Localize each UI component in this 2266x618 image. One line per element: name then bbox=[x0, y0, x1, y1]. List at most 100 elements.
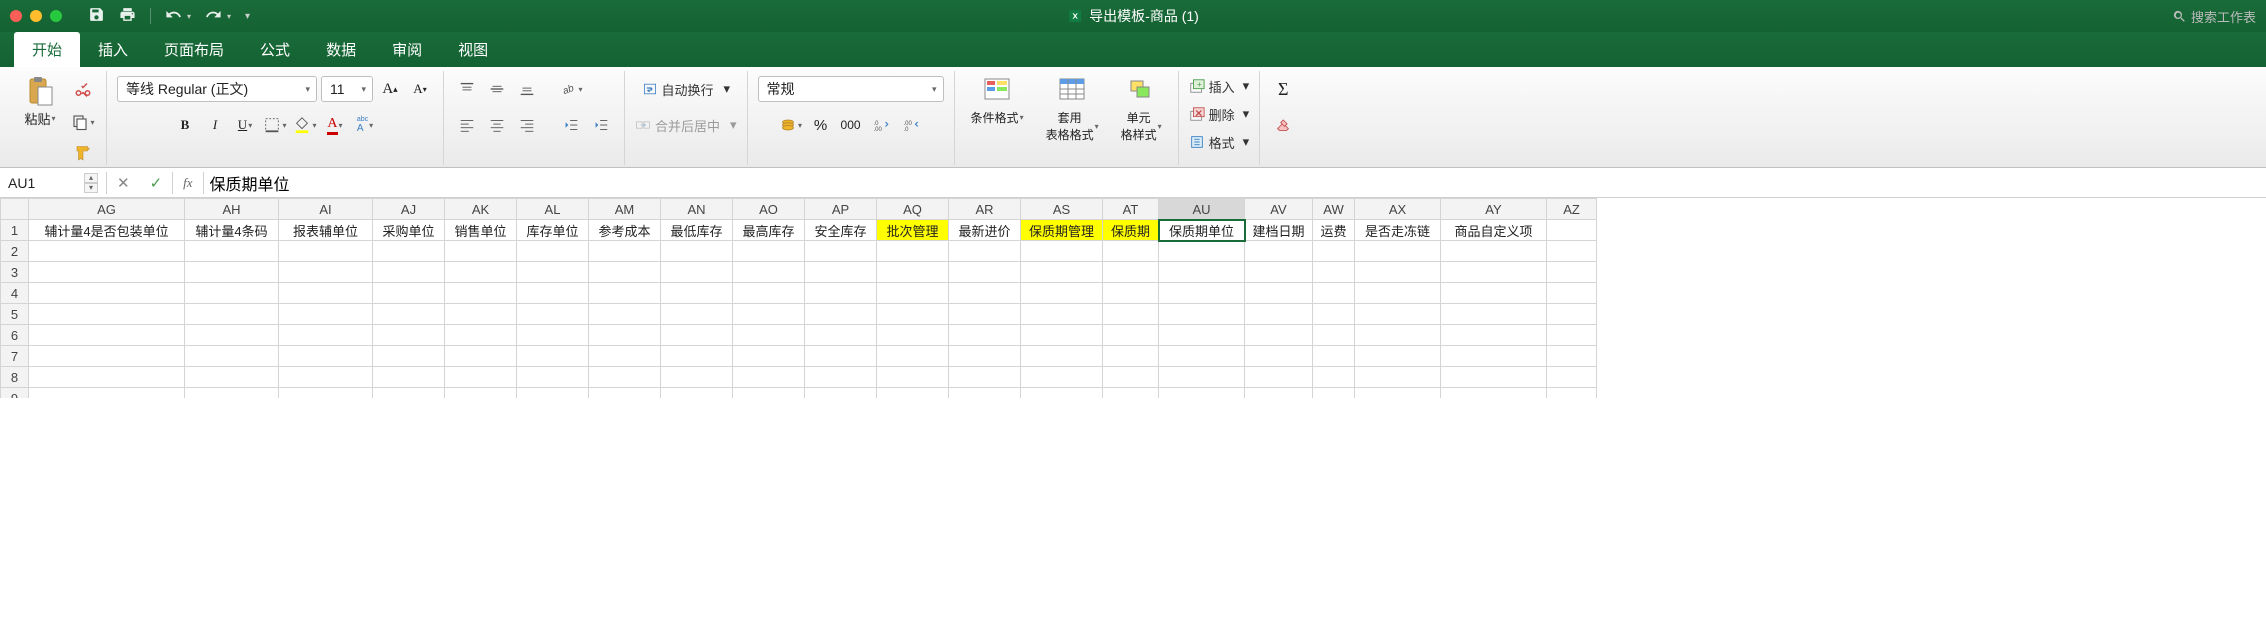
tab-data[interactable]: 数据 bbox=[308, 32, 374, 67]
cell[interactable] bbox=[661, 283, 733, 304]
cell[interactable] bbox=[279, 346, 373, 367]
bold-icon[interactable]: B bbox=[172, 112, 198, 138]
cell[interactable] bbox=[949, 367, 1021, 388]
phonetic-icon[interactable]: abcA▾ bbox=[352, 112, 378, 138]
cell[interactable]: 保质期单位 bbox=[1159, 220, 1245, 241]
cell[interactable] bbox=[279, 388, 373, 399]
cell[interactable] bbox=[949, 346, 1021, 367]
wrap-text-button[interactable]: 自动换行▾ bbox=[642, 80, 731, 99]
format-painter-icon[interactable] bbox=[70, 141, 96, 167]
cell[interactable] bbox=[1355, 262, 1441, 283]
qat-customize[interactable]: ▾ bbox=[245, 11, 250, 22]
cell[interactable] bbox=[805, 325, 877, 346]
column-header[interactable]: AQ bbox=[877, 199, 949, 220]
cell[interactable] bbox=[1245, 367, 1313, 388]
cell[interactable] bbox=[661, 241, 733, 262]
cell[interactable] bbox=[1245, 262, 1313, 283]
cell[interactable] bbox=[661, 304, 733, 325]
cell[interactable] bbox=[589, 304, 661, 325]
cell[interactable] bbox=[1355, 304, 1441, 325]
undo-icon[interactable] bbox=[165, 6, 182, 26]
delete-cells-button[interactable]: 删除▾ bbox=[1189, 105, 1250, 124]
cell[interactable] bbox=[1021, 304, 1103, 325]
cell[interactable] bbox=[1313, 262, 1355, 283]
tab-insert[interactable]: 插入 bbox=[80, 32, 146, 67]
cell[interactable]: 最高库存 bbox=[733, 220, 805, 241]
orientation-icon[interactable]: ab▾ bbox=[558, 76, 584, 102]
cell[interactable] bbox=[373, 367, 445, 388]
cell[interactable] bbox=[29, 325, 185, 346]
save-icon[interactable] bbox=[88, 6, 105, 26]
cell[interactable] bbox=[949, 283, 1021, 304]
autosum-icon[interactable]: Σ bbox=[1270, 76, 1296, 102]
cell[interactable] bbox=[661, 367, 733, 388]
column-header[interactable]: AK bbox=[445, 199, 517, 220]
column-header[interactable]: AW bbox=[1313, 199, 1355, 220]
cell[interactable] bbox=[1355, 325, 1441, 346]
cell[interactable]: 建档日期 bbox=[1245, 220, 1313, 241]
cell[interactable] bbox=[1103, 262, 1159, 283]
column-header[interactable]: AP bbox=[805, 199, 877, 220]
close-window[interactable] bbox=[10, 10, 22, 22]
print-icon[interactable] bbox=[119, 6, 136, 26]
cell[interactable] bbox=[1313, 283, 1355, 304]
cell[interactable]: 最新进价 bbox=[949, 220, 1021, 241]
cell[interactable] bbox=[805, 388, 877, 399]
cell[interactable]: 库存单位 bbox=[517, 220, 589, 241]
fx-icon[interactable]: fx bbox=[173, 175, 202, 191]
cell[interactable] bbox=[1103, 325, 1159, 346]
cell[interactable] bbox=[517, 304, 589, 325]
cell[interactable] bbox=[279, 262, 373, 283]
cell[interactable] bbox=[877, 388, 949, 399]
cell-styles-button[interactable]: 单元 格样式▾ bbox=[1115, 73, 1168, 145]
cell[interactable] bbox=[1245, 304, 1313, 325]
column-header[interactable]: AR bbox=[949, 199, 1021, 220]
cell[interactable] bbox=[373, 241, 445, 262]
select-all-corner[interactable] bbox=[1, 199, 29, 220]
underline-icon[interactable]: U▾ bbox=[232, 112, 258, 138]
cell[interactable] bbox=[1547, 283, 1597, 304]
cell[interactable] bbox=[1355, 283, 1441, 304]
decrease-font-icon[interactable]: A▾ bbox=[407, 76, 433, 102]
increase-font-icon[interactable]: A▴ bbox=[377, 76, 403, 102]
undo-dropdown[interactable]: ▾ bbox=[187, 12, 191, 21]
row-header[interactable]: 9 bbox=[1, 388, 29, 399]
cell[interactable]: 安全库存 bbox=[805, 220, 877, 241]
cell[interactable] bbox=[517, 325, 589, 346]
border-icon[interactable]: ▾ bbox=[262, 112, 288, 138]
cell[interactable] bbox=[589, 388, 661, 399]
cell[interactable] bbox=[517, 346, 589, 367]
cell[interactable] bbox=[1021, 346, 1103, 367]
cell[interactable] bbox=[1021, 367, 1103, 388]
cell[interactable] bbox=[29, 283, 185, 304]
cell[interactable] bbox=[1547, 367, 1597, 388]
cell[interactable] bbox=[1313, 304, 1355, 325]
cell[interactable] bbox=[1245, 388, 1313, 399]
column-header[interactable]: AU bbox=[1159, 199, 1245, 220]
cell[interactable] bbox=[373, 304, 445, 325]
cell[interactable] bbox=[877, 367, 949, 388]
cell[interactable] bbox=[279, 241, 373, 262]
cell[interactable] bbox=[1021, 388, 1103, 399]
cell[interactable] bbox=[733, 346, 805, 367]
cell[interactable] bbox=[733, 304, 805, 325]
cell[interactable] bbox=[733, 325, 805, 346]
column-header[interactable]: AL bbox=[517, 199, 589, 220]
name-box[interactable]: AU1 bbox=[0, 175, 84, 191]
cut-icon[interactable] bbox=[70, 77, 96, 103]
cell[interactable] bbox=[1313, 388, 1355, 399]
cell[interactable] bbox=[661, 325, 733, 346]
cell[interactable] bbox=[1441, 241, 1547, 262]
cell[interactable] bbox=[1159, 346, 1245, 367]
italic-icon[interactable]: I bbox=[202, 112, 228, 138]
align-top-icon[interactable] bbox=[454, 76, 480, 102]
cell[interactable] bbox=[1547, 262, 1597, 283]
cell[interactable] bbox=[1355, 388, 1441, 399]
cell[interactable] bbox=[805, 304, 877, 325]
cell[interactable] bbox=[589, 262, 661, 283]
clear-icon[interactable] bbox=[1270, 112, 1296, 138]
cell[interactable]: 最低库存 bbox=[661, 220, 733, 241]
cell[interactable] bbox=[445, 262, 517, 283]
row-header[interactable]: 8 bbox=[1, 367, 29, 388]
row-header[interactable]: 2 bbox=[1, 241, 29, 262]
